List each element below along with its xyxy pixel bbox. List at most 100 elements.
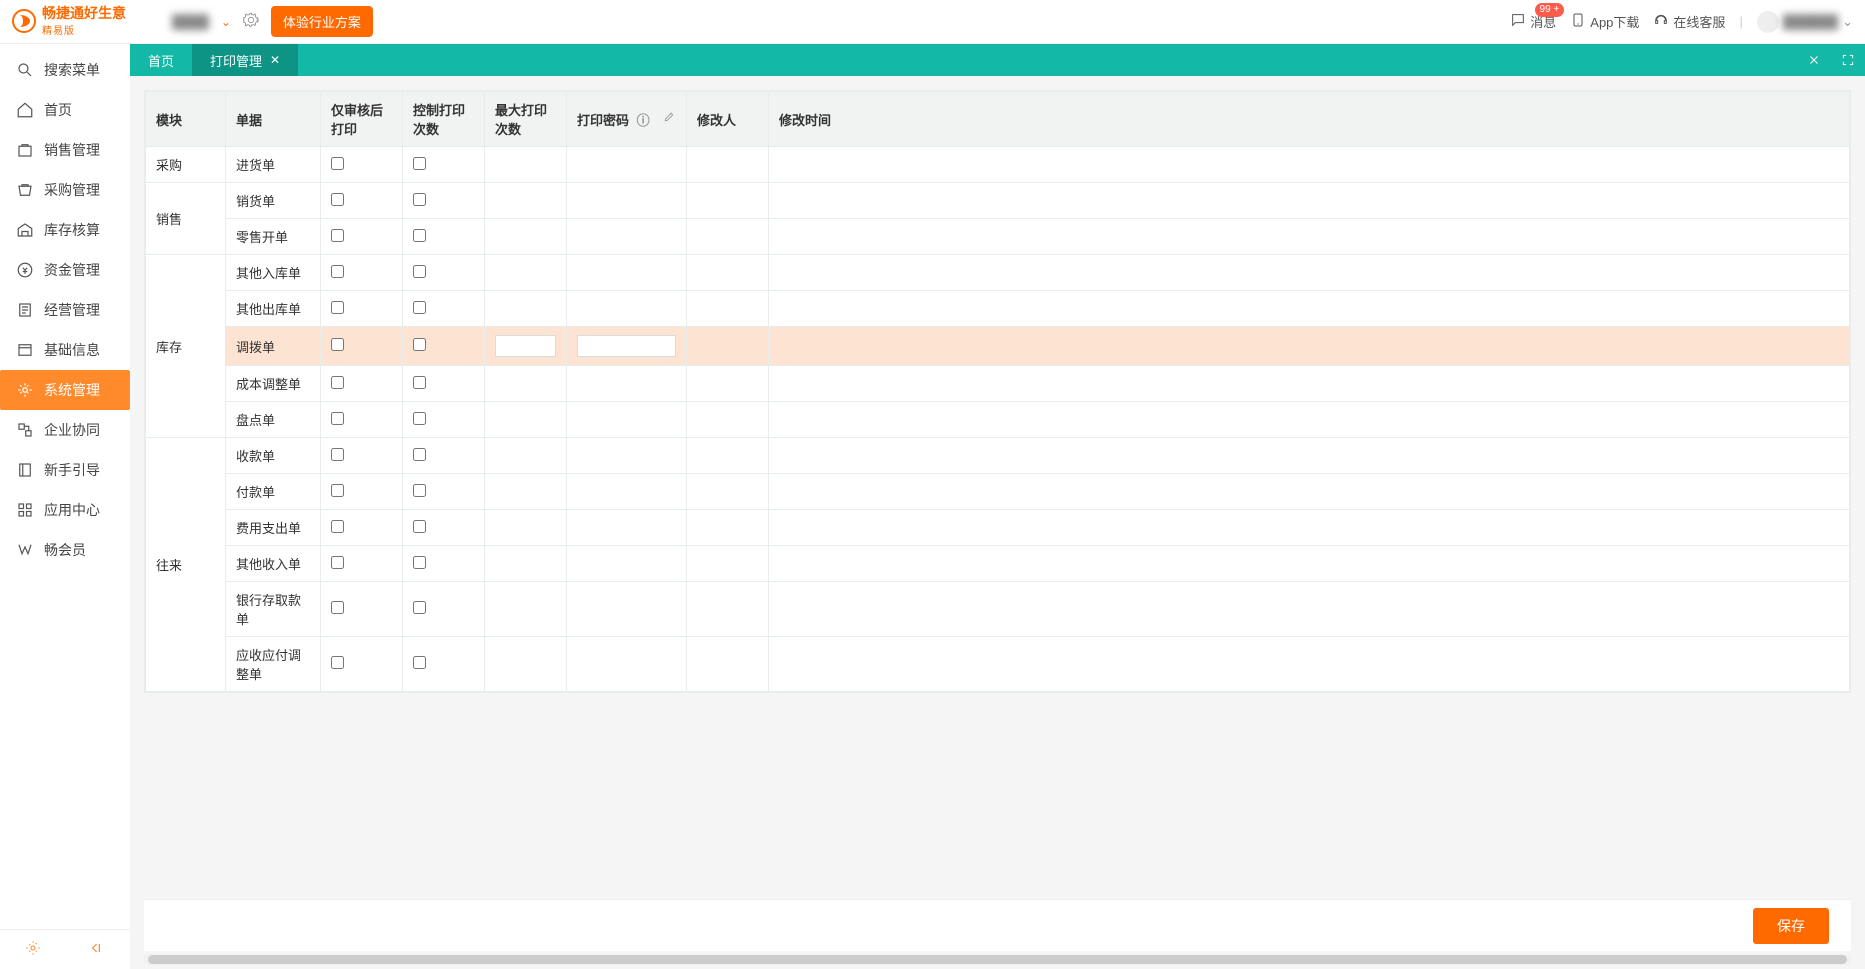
- org-selector[interactable]: ████ ⌄: [166, 12, 259, 31]
- max-count-cell: [485, 438, 567, 474]
- sidebar-item-label: 资金管理: [44, 260, 100, 280]
- modifier-cell: [687, 327, 769, 366]
- control-count-checkbox[interactable]: [413, 265, 426, 278]
- sidebar-item-newbie[interactable]: 新手引导: [0, 450, 130, 490]
- audit-only-checkbox[interactable]: [331, 601, 344, 614]
- control-count-checkbox[interactable]: [413, 157, 426, 170]
- enterprise-collab-icon: [16, 421, 34, 439]
- collapse-sidebar-icon[interactable]: [65, 930, 130, 969]
- tab[interactable]: 打印管理✕: [192, 44, 298, 76]
- control-count-cell: [403, 637, 485, 692]
- sidebar-item-enterprise-collab[interactable]: 企业协同: [0, 410, 130, 450]
- audit-only-cell: [321, 474, 403, 510]
- col-print-password: 打印密码 ⓘ: [567, 92, 687, 147]
- home-icon: [16, 101, 34, 119]
- sidebar-item-label: 搜索菜单: [44, 60, 100, 80]
- newbie-icon: [16, 461, 34, 479]
- control-count-cell: [403, 546, 485, 582]
- max-count-cell: [485, 402, 567, 438]
- control-count-checkbox[interactable]: [413, 193, 426, 206]
- max-count-input[interactable]: [495, 335, 556, 357]
- audit-only-checkbox[interactable]: [331, 229, 344, 242]
- control-count-checkbox[interactable]: [413, 338, 426, 351]
- settings-icon[interactable]: [0, 930, 65, 969]
- col-max-count: 最大打印次数: [485, 92, 567, 147]
- control-count-checkbox[interactable]: [413, 484, 426, 497]
- sidebar-item-app-center[interactable]: 应用中心: [0, 490, 130, 530]
- sidebar-item-member[interactable]: 畅会员: [0, 530, 130, 570]
- audit-only-checkbox[interactable]: [331, 448, 344, 461]
- close-all-tabs-icon[interactable]: [1797, 44, 1831, 76]
- edit-column-icon[interactable]: [663, 110, 676, 126]
- sidebar-item-purchase[interactable]: 采购管理: [0, 170, 130, 210]
- print-settings-table: 模块 单据 仅审核后打印 控制打印次数 最大打印次数 打印密码 ⓘ 修改人: [145, 91, 1850, 692]
- doc-cell: 应收应付调整单: [226, 637, 321, 692]
- modified-time-cell: [769, 183, 1850, 219]
- sidebar-item-home[interactable]: 首页: [0, 90, 130, 130]
- print-password-input[interactable]: [577, 335, 676, 357]
- gear-icon[interactable]: [243, 12, 259, 31]
- control-count-checkbox[interactable]: [413, 376, 426, 389]
- audit-only-checkbox[interactable]: [331, 301, 344, 314]
- print-password-cell: [567, 402, 687, 438]
- audit-only-checkbox[interactable]: [331, 265, 344, 278]
- messages-button[interactable]: 消息 99 +: [1510, 12, 1556, 31]
- industry-solution-button[interactable]: 体验行业方案: [271, 6, 373, 37]
- control-count-checkbox[interactable]: [413, 229, 426, 242]
- help-icon[interactable]: ⓘ: [637, 113, 650, 128]
- fullscreen-icon[interactable]: [1831, 44, 1865, 76]
- close-icon[interactable]: ✕: [270, 53, 280, 67]
- sidebar-item-finance[interactable]: 资金管理: [0, 250, 130, 290]
- table-row: 其他收入单: [146, 546, 1850, 582]
- sidebar-item-basic-info[interactable]: 基础信息: [0, 330, 130, 370]
- basic-info-icon: [16, 341, 34, 359]
- control-count-checkbox[interactable]: [413, 556, 426, 569]
- doc-cell: 收款单: [226, 438, 321, 474]
- modified-time-cell: [769, 291, 1850, 327]
- sidebar-item-search-menu[interactable]: 搜索菜单: [0, 50, 130, 90]
- save-button[interactable]: 保存: [1753, 908, 1829, 944]
- audit-only-checkbox[interactable]: [331, 193, 344, 206]
- audit-only-checkbox[interactable]: [331, 556, 344, 569]
- app-download-button[interactable]: App下载: [1570, 12, 1639, 31]
- control-count-checkbox[interactable]: [413, 601, 426, 614]
- sidebar-item-operations[interactable]: 经营管理: [0, 290, 130, 330]
- scrollbar-thumb[interactable]: [148, 955, 1847, 964]
- user-menu[interactable]: ██████ ⌄: [1757, 11, 1853, 33]
- control-count-checkbox[interactable]: [413, 520, 426, 533]
- modifier-cell: [687, 219, 769, 255]
- sidebar-item-label: 应用中心: [44, 500, 100, 520]
- horizontal-scrollbar[interactable]: [144, 954, 1851, 965]
- audit-only-checkbox[interactable]: [331, 412, 344, 425]
- control-count-checkbox[interactable]: [413, 656, 426, 669]
- sidebar-item-label: 基础信息: [44, 340, 100, 360]
- audit-only-checkbox[interactable]: [331, 157, 344, 170]
- audit-only-checkbox[interactable]: [331, 484, 344, 497]
- sidebar-item-sales[interactable]: 销售管理: [0, 130, 130, 170]
- audit-only-checkbox[interactable]: [331, 520, 344, 533]
- control-count-checkbox[interactable]: [413, 301, 426, 314]
- app-icon: [1570, 12, 1586, 31]
- sidebar-item-system[interactable]: 系统管理: [0, 370, 130, 410]
- modifier-cell: [687, 438, 769, 474]
- audit-only-checkbox[interactable]: [331, 656, 344, 669]
- print-password-cell: [567, 291, 687, 327]
- table-row: 成本调整单: [146, 366, 1850, 402]
- control-count-checkbox[interactable]: [413, 448, 426, 461]
- doc-cell: 费用支出单: [226, 510, 321, 546]
- audit-only-checkbox[interactable]: [331, 376, 344, 389]
- modified-time-cell: [769, 366, 1850, 402]
- table-row: 零售开单: [146, 219, 1850, 255]
- table-header-row: 模块 单据 仅审核后打印 控制打印次数 最大打印次数 打印密码 ⓘ 修改人: [146, 92, 1850, 147]
- control-count-cell: [403, 402, 485, 438]
- print-password-cell: [567, 255, 687, 291]
- control-count-checkbox[interactable]: [413, 412, 426, 425]
- audit-only-checkbox[interactable]: [331, 338, 344, 351]
- sidebar-item-stock-check[interactable]: 库存核算: [0, 210, 130, 250]
- online-service-button[interactable]: 在线客服: [1653, 12, 1725, 31]
- print-password-cell: [567, 219, 687, 255]
- doc-cell: 进货单: [226, 147, 321, 183]
- tab[interactable]: 首页: [130, 44, 192, 76]
- avatar-icon: [1757, 11, 1779, 33]
- print-password-cell: [567, 637, 687, 692]
